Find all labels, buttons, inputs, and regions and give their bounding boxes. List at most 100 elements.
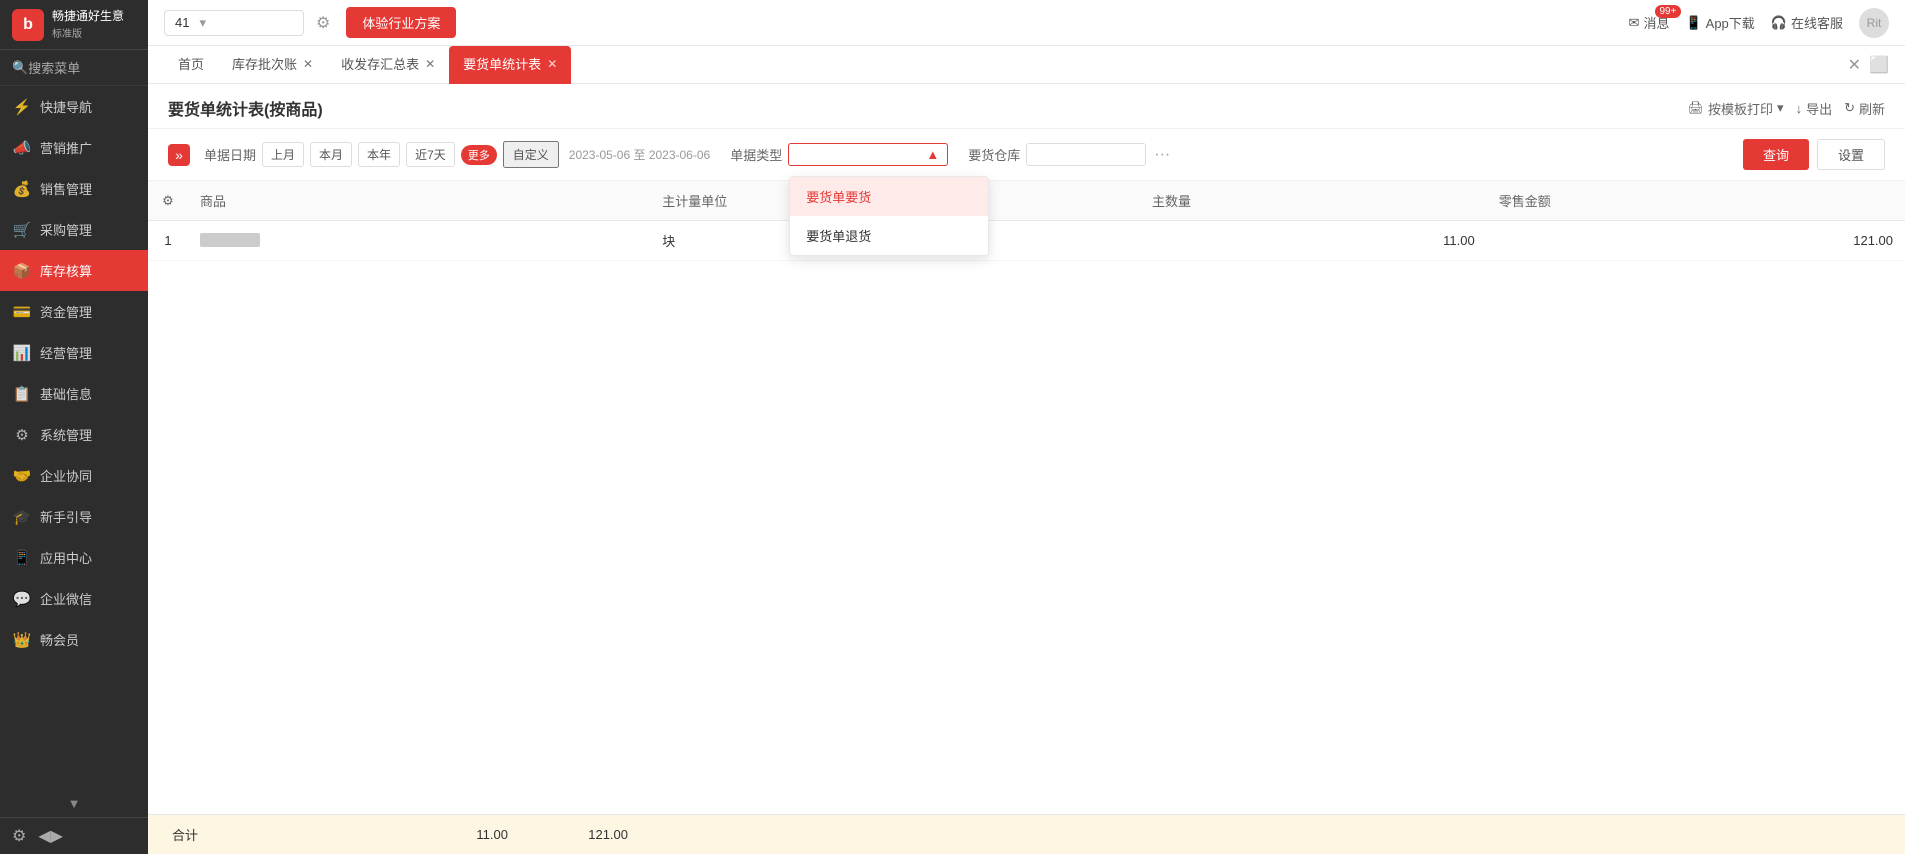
column-settings-icon[interactable]: ⚙ [162, 193, 174, 208]
th-qty: 主数量 [1140, 181, 1487, 221]
sales-icon: 💰 [12, 180, 32, 198]
th-product: 商品 [188, 181, 650, 221]
print-button[interactable]: 🖨 按模板打印 ▾ [1688, 99, 1784, 118]
tab-home-label: 首页 [178, 54, 204, 73]
export-button[interactable]: ↓ 导出 [1796, 99, 1833, 118]
sidebar-item-inventory[interactable]: 📦 库存核算 [0, 250, 148, 291]
sidebar-item-basic-info[interactable]: 📋 基础信息 [0, 373, 148, 414]
product-blurred [200, 233, 260, 247]
date-custom-btn[interactable]: 自定义 [503, 141, 559, 168]
logo-icon: b [12, 9, 44, 41]
service-icon: 🎧 [1771, 15, 1787, 31]
download-icon: 📱 [1685, 15, 1701, 31]
user-avatar[interactable]: Rit [1859, 8, 1889, 38]
basic-info-icon: 📋 [12, 385, 32, 403]
sidebar-bottom: ⚙ ◀▶ [0, 817, 148, 854]
app-center-label: 应用中心 [40, 548, 92, 567]
sidebar-item-app-center[interactable]: 📱 应用中心 [0, 537, 148, 578]
close-all-tabs-icon[interactable]: ✕ [1848, 55, 1861, 75]
system-icon: ⚙ [12, 426, 32, 444]
title-actions: 🖨 按模板打印 ▾ ↓ 导出 ↻ 刷新 [1688, 99, 1886, 118]
sidebar-item-quick-nav[interactable]: ⚡ 快捷导航 [0, 86, 148, 127]
quick-nav-label: 快捷导航 [40, 97, 92, 116]
refresh-label: 刷新 [1859, 99, 1885, 118]
main-area: 41 ▾ ⚙ 体验行业方案 ✉ 消息 99+ 📱 App下载 🎧 在线客服 Ri… [148, 0, 1905, 854]
sidebar-item-finance[interactable]: 💳 资金管理 [0, 291, 148, 332]
system-label: 系统管理 [40, 425, 92, 444]
sidebar-item-purchase[interactable]: 🛒 采购管理 [0, 209, 148, 250]
store-selector[interactable]: 41 ▾ [164, 10, 304, 36]
header-settings-icon[interactable]: ⚙ [316, 13, 330, 33]
sidebar-item-system[interactable]: ⚙ 系统管理 [0, 414, 148, 455]
page-content: 要货单统计表(按商品) 🖨 按模板打印 ▾ ↓ 导出 ↻ 刷新 » [148, 84, 1905, 854]
logo-area: b 畅捷通好生意 标准版 [0, 0, 148, 50]
td-index: 1 [148, 221, 188, 261]
refresh-icon: ↻ [1844, 100, 1855, 116]
export-label: 导出 [1806, 99, 1832, 118]
date-7days-btn[interactable]: 近7天 [406, 142, 455, 167]
online-service-button[interactable]: 🎧 在线客服 [1771, 13, 1843, 32]
dropdown-item-order[interactable]: 要货单要货 [790, 177, 988, 216]
table-row: 1 块 11.00 121.00 [148, 221, 1905, 261]
sidebar-item-guide[interactable]: 🎓 新手引导 [0, 496, 148, 537]
td-amount: 121.00 [1487, 221, 1905, 261]
collapse-icon[interactable]: ◀▶ [38, 826, 63, 846]
members-icon: 👑 [12, 631, 32, 649]
tab-home[interactable]: 首页 [164, 46, 218, 84]
warehouse-filter-input[interactable] [1026, 143, 1146, 166]
search-menu-item[interactable]: 🔍 搜索菜单 [0, 50, 148, 86]
type-filter-select[interactable]: ▲ 要货单要货 要货单退货 [788, 143, 948, 166]
sidebar-item-enterprise[interactable]: 🤝 企业协同 [0, 455, 148, 496]
sidebar-item-marketing[interactable]: 📣 营销推广 [0, 127, 148, 168]
filter-type-item: 单据类型 ▲ 要货单要货 要货单退货 [730, 143, 948, 166]
tab-receipt-summary[interactable]: 收发存汇总表 ✕ [327, 46, 449, 84]
date-more-tag[interactable]: 更多 [461, 145, 497, 165]
management-icon: 📊 [12, 344, 32, 362]
date-last-month-btn[interactable]: 上月 [262, 142, 304, 167]
header-right: ✉ 消息 99+ 📱 App下载 🎧 在线客服 Rit [1629, 8, 1889, 38]
finance-icon: 💳 [12, 303, 32, 321]
marketing-label: 营销推广 [40, 138, 92, 157]
members-label: 畅会员 [40, 630, 79, 649]
tab-batch-account-label: 库存批次账 [232, 54, 297, 73]
message-icon: ✉ [1629, 15, 1640, 31]
date-this-month-btn[interactable]: 本月 [310, 142, 352, 167]
filter-bar: » 单据日期 上月 本月 本年 近7天 更多 自定义 2023-05-06 至 … [148, 129, 1905, 181]
print-label: 按模板打印 [1708, 99, 1773, 118]
search-label: 搜索菜单 [28, 58, 80, 77]
date-this-year-btn[interactable]: 本年 [358, 142, 400, 167]
print-icon: 🖨 [1688, 100, 1705, 116]
sidebar-item-members[interactable]: 👑 畅会员 [0, 619, 148, 660]
guide-label: 新手引导 [40, 507, 92, 526]
header-left: 41 ▾ ⚙ 体验行业方案 [164, 7, 456, 38]
tab-batch-account[interactable]: 库存批次账 ✕ [218, 46, 327, 84]
purchase-label: 采购管理 [40, 220, 92, 239]
tabs-bar: 首页 库存批次账 ✕ 收发存汇总表 ✕ 要货单统计表 ✕ ✕ ⬜ [148, 46, 1905, 84]
refresh-button[interactable]: ↻ 刷新 [1844, 99, 1885, 118]
tab-receipt-summary-close[interactable]: ✕ [425, 57, 435, 71]
message-button[interactable]: ✉ 消息 99+ [1629, 13, 1670, 32]
wechat-label: 企业微信 [40, 589, 92, 608]
setup-button[interactable]: 设置 [1817, 139, 1885, 170]
app-download-button[interactable]: 📱 App下载 [1685, 13, 1754, 32]
filter-more-icon[interactable]: ··· [1154, 146, 1170, 164]
tab-order-stats[interactable]: 要货单统计表 ✕ [449, 46, 571, 84]
app-download-label: App下载 [1706, 13, 1755, 32]
dropdown-item-return[interactable]: 要货单退货 [790, 216, 988, 255]
sidebar-scroll-down[interactable]: ▼ [0, 790, 148, 817]
wechat-icon: 💬 [12, 590, 32, 608]
sidebar-item-wechat[interactable]: 💬 企业微信 [0, 578, 148, 619]
tab-batch-account-close[interactable]: ✕ [303, 57, 313, 71]
table-footer: 合计 11.00 121.00 [148, 814, 1905, 854]
tab-order-stats-close[interactable]: ✕ [547, 57, 557, 71]
trial-button[interactable]: 体验行业方案 [346, 7, 456, 38]
filter-expand-button[interactable]: » [168, 144, 190, 166]
export-icon: ↓ [1796, 101, 1803, 116]
app-center-icon: 📱 [12, 549, 32, 567]
settings-bottom-icon[interactable]: ⚙ [12, 826, 26, 846]
sidebar-nav: ⚡ 快捷导航 📣 营销推广 💰 销售管理 🛒 采购管理 📦 库存核算 💳 资金管… [0, 86, 148, 790]
sidebar-item-sales[interactable]: 💰 销售管理 [0, 168, 148, 209]
expand-tabs-icon[interactable]: ⬜ [1869, 55, 1889, 75]
sidebar-item-management[interactable]: 📊 经营管理 [0, 332, 148, 373]
query-button[interactable]: 查询 [1743, 139, 1809, 170]
